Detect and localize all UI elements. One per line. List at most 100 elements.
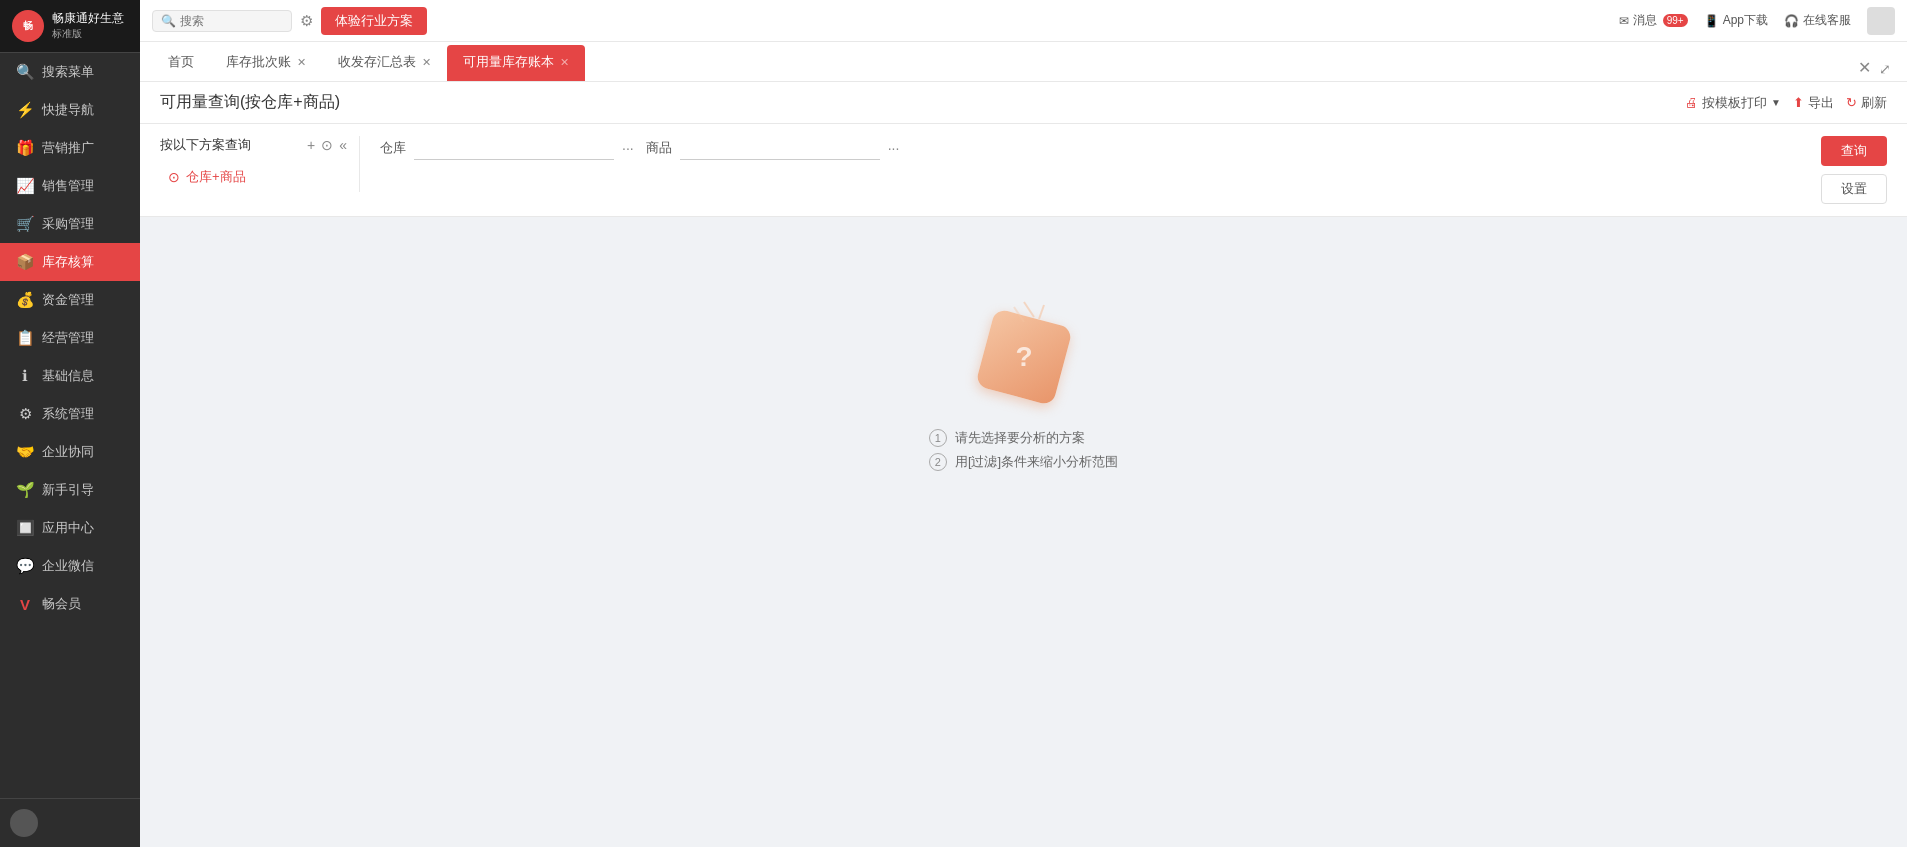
tip-num-2: 2 xyxy=(929,453,947,471)
topbar: 🔍 ⚙ 体验行业方案 ✉ 消息 99+ 📱 App下载 🎧 在线客服 xyxy=(140,0,1907,42)
industry-btn[interactable]: 体验行业方案 xyxy=(321,7,427,35)
sidebar-item-label: 采购管理 xyxy=(42,215,94,233)
add-scheme-btn[interactable]: + xyxy=(307,137,315,153)
sidebar-item-label: 经营管理 xyxy=(42,329,94,347)
svg-line-0 xyxy=(1024,302,1034,317)
sidebar-item-inventory[interactable]: 📦 库存核算 xyxy=(0,243,140,281)
sidebar-item-label: 营销推广 xyxy=(42,139,94,157)
sidebar-item-purchase[interactable]: 🛒 采购管理 xyxy=(0,205,140,243)
message-btn[interactable]: ✉ 消息 99+ xyxy=(1619,12,1688,29)
sidebar-item-label: 搜索菜单 xyxy=(42,63,94,81)
vip-icon: V xyxy=(16,596,34,613)
warehouse-input[interactable] xyxy=(414,136,614,160)
refresh-btn[interactable]: ↻ 刷新 xyxy=(1846,94,1887,112)
settings-btn[interactable]: 设置 xyxy=(1821,174,1887,204)
sidebar-item-wechat[interactable]: 💬 企业微信 xyxy=(0,547,140,585)
sidebar-item-label: 应用中心 xyxy=(42,519,94,537)
wechat-icon: 💬 xyxy=(16,557,34,575)
refresh-icon: ↻ xyxy=(1846,95,1857,110)
tab-close-batch-account[interactable]: ✕ xyxy=(297,56,306,69)
tab-home[interactable]: 首页 xyxy=(152,45,210,81)
topbar-search-box[interactable]: 🔍 xyxy=(152,10,292,32)
tip-text-1: 请先选择要分析的方案 xyxy=(955,429,1085,447)
filter-scheme-header: 按以下方案查询 + ⊙ « xyxy=(160,136,347,154)
main-area: 🔍 ⚙ 体验行业方案 ✉ 消息 99+ 📱 App下载 🎧 在线客服 首 xyxy=(140,0,1907,847)
tabbar-close-btn[interactable]: ✕ xyxy=(1854,54,1875,81)
sidebar-item-guide[interactable]: 🌱 新手引导 xyxy=(0,471,140,509)
operations-icon: 📋 xyxy=(16,329,34,347)
print-icon: 🖨 xyxy=(1685,95,1698,110)
sidebar-item-label: 畅会员 xyxy=(42,595,81,613)
topbar-actions: ✉ 消息 99+ 📱 App下载 🎧 在线客服 xyxy=(1619,7,1895,35)
page-content: 可用量查询(按仓库+商品) 🖨 按模板打印 ▼ ⬆ 导出 ↻ 刷新 xyxy=(140,82,1907,847)
filter-right-actions: 查询 设置 xyxy=(1801,136,1887,204)
sidebar-nav: 🔍 搜索菜单 ⚡ 快捷导航 🎁 营销推广 📈 销售管理 🛒 采购管理 📦 库存核… xyxy=(0,53,140,798)
app-download-btn[interactable]: 📱 App下载 xyxy=(1704,12,1768,29)
settings-icon[interactable]: ⚙ xyxy=(300,12,313,30)
filter-fields: 仓库 ··· 商品 ··· xyxy=(360,136,1801,160)
scheme-item-label: 仓库+商品 xyxy=(186,168,246,186)
goods-input[interactable] xyxy=(680,136,880,160)
tab-batch-account[interactable]: 库存批次账 ✕ xyxy=(210,45,322,81)
chevron-down-icon: ▼ xyxy=(1771,97,1781,108)
sidebar-item-sales[interactable]: 📈 销售管理 xyxy=(0,167,140,205)
sidebar-item-label: 新手引导 xyxy=(42,481,94,499)
sidebar-item-marketing[interactable]: 🎁 营销推广 xyxy=(0,129,140,167)
filter-field-warehouse: 仓库 ··· xyxy=(380,136,634,160)
export-btn[interactable]: ⬆ 导出 xyxy=(1793,94,1834,112)
filter-field-goods: 商品 ··· xyxy=(646,136,900,160)
tabbar: 首页 库存批次账 ✕ 收发存汇总表 ✕ 可用量库存账本 ✕ ✕ ⤢ xyxy=(140,42,1907,82)
app-center-icon: 🔲 xyxy=(16,519,34,537)
warehouse-more-btn[interactable]: ··· xyxy=(622,140,634,156)
tab-available-ledger[interactable]: 可用量库存账本 ✕ xyxy=(447,45,585,81)
finance-icon: 💰 xyxy=(16,291,34,309)
tab-receipt-summary[interactable]: 收发存汇总表 ✕ xyxy=(322,45,447,81)
tabbar-expand-btn[interactable]: ⤢ xyxy=(1875,57,1895,81)
message-icon: ✉ xyxy=(1619,14,1629,28)
empty-tip-1: 1 请先选择要分析的方案 xyxy=(929,429,1118,447)
tab-close-receipt-summary[interactable]: ✕ xyxy=(422,56,431,69)
sidebar-item-system[interactable]: ⚙ 系统管理 xyxy=(0,395,140,433)
search-icon: 🔍 xyxy=(16,63,34,81)
sidebar-item-vip[interactable]: V 畅会员 xyxy=(0,585,140,623)
sidebar-item-label: 销售管理 xyxy=(42,177,94,195)
filter-scheme-panel: 按以下方案查询 + ⊙ « ⊙ 仓库+商品 xyxy=(160,136,360,192)
app-download-label: App下载 xyxy=(1723,12,1768,29)
sidebar-user-profile[interactable] xyxy=(0,798,140,847)
user-avatar[interactable] xyxy=(1867,7,1895,35)
sidebar-item-label: 快捷导航 xyxy=(42,101,94,119)
system-icon: ⚙ xyxy=(16,405,34,423)
sidebar-item-basic-info[interactable]: ℹ 基础信息 xyxy=(0,357,140,395)
empty-tip-2: 2 用[过滤]条件来缩小分析范围 xyxy=(929,453,1118,471)
sales-icon: 📈 xyxy=(16,177,34,195)
sidebar-item-quick-nav[interactable]: ⚡ 快捷导航 xyxy=(0,91,140,129)
sidebar-item-finance[interactable]: 💰 资金管理 xyxy=(0,281,140,319)
goods-label: 商品 xyxy=(646,139,672,157)
sidebar-header: 畅 畅康通好生意 标准版 xyxy=(0,0,140,53)
goods-more-btn[interactable]: ··· xyxy=(888,140,900,156)
svg-line-1 xyxy=(1039,305,1044,319)
guide-icon: 🌱 xyxy=(16,481,34,499)
sidebar-item-cooperation[interactable]: 🤝 企业协同 xyxy=(0,433,140,471)
scheme-item-warehouse-goods[interactable]: ⊙ 仓库+商品 xyxy=(160,162,347,192)
tab-close-available-ledger[interactable]: ✕ xyxy=(560,56,569,69)
empty-illustration-svg xyxy=(964,297,1084,417)
page-title: 可用量查询(按仓库+商品) xyxy=(160,92,340,113)
scheme-collapse-btn[interactable]: « xyxy=(339,137,347,153)
sidebar-item-label: 资金管理 xyxy=(42,291,94,309)
marketing-icon: 🎁 xyxy=(16,139,34,157)
sidebar-item-operations[interactable]: 📋 经营管理 xyxy=(0,319,140,357)
sidebar-item-search[interactable]: 🔍 搜索菜单 xyxy=(0,53,140,91)
export-icon: ⬆ xyxy=(1793,95,1804,110)
quick-nav-icon: ⚡ xyxy=(16,101,34,119)
search-input[interactable] xyxy=(180,14,270,28)
print-btn[interactable]: 🖨 按模板打印 ▼ xyxy=(1685,94,1781,112)
sidebar-brand-subtitle: 标准版 xyxy=(52,27,124,41)
online-service-btn[interactable]: 🎧 在线客服 xyxy=(1784,12,1851,29)
inventory-icon: 📦 xyxy=(16,253,34,271)
sidebar-item-app-center[interactable]: 🔲 应用中心 xyxy=(0,509,140,547)
cooperation-icon: 🤝 xyxy=(16,443,34,461)
sidebar-item-label: 企业微信 xyxy=(42,557,94,575)
scheme-settings-btn[interactable]: ⊙ xyxy=(321,137,333,153)
query-btn[interactable]: 查询 xyxy=(1821,136,1887,166)
